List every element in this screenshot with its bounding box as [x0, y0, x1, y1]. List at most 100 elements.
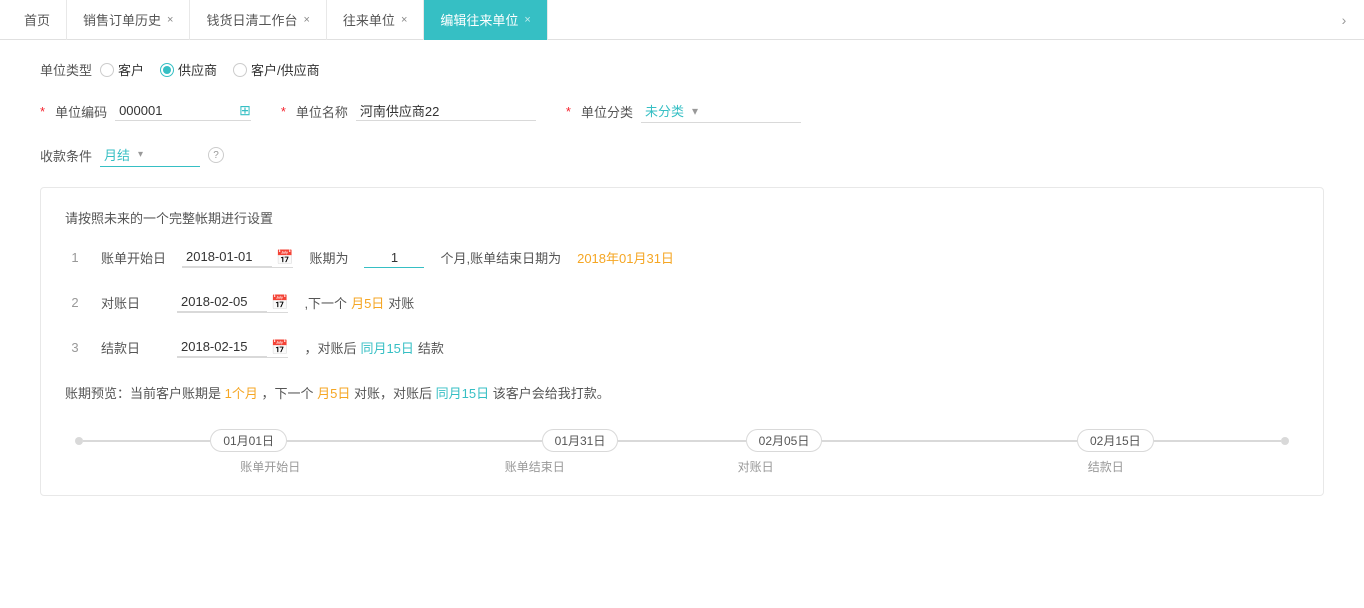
payment-date-input-wrapper: 📅: [177, 337, 288, 358]
timeline-bubble-2: 01月31日: [542, 429, 619, 452]
radio-customer[interactable]: 客户: [100, 60, 144, 79]
unit-name-input[interactable]: [356, 101, 536, 121]
timeline-point-1: 01月01日: [210, 429, 287, 452]
reconcile-date-input-wrapper: 📅: [177, 292, 288, 313]
tab-cashflow-label: 钱货日清工作台: [206, 10, 297, 29]
period-input[interactable]: [364, 248, 424, 268]
preview-mid1: ，下一个: [262, 386, 314, 401]
start-date-input[interactable]: [182, 247, 272, 267]
timeline-point-2: 01月31日: [542, 429, 619, 452]
unit-code-label: 单位编码: [55, 102, 107, 121]
payment-terms-row: 收款条件 月结 ▾ ?: [40, 143, 1324, 167]
tab-home[interactable]: 首页: [8, 0, 67, 40]
preview-reconcile: 月5日: [317, 386, 350, 401]
payment-terms-select[interactable]: 月结 ▾: [100, 143, 200, 167]
row1-desc2: 个月,账单结束日期为: [440, 248, 561, 267]
payment-terms-arrow: ▾: [138, 149, 143, 160]
row1-label: 账单开始日: [101, 248, 166, 267]
timeline-seg2: [287, 440, 542, 442]
timeline-label-1: 账单开始日: [240, 458, 300, 475]
timeline-dot-end: [1281, 437, 1289, 445]
radio-both-circle: [233, 63, 247, 77]
section-title: 请按照未来的一个完整帐期进行设置: [65, 208, 1299, 227]
tab-contacts[interactable]: 往来单位 ×: [327, 0, 424, 40]
unit-name-label: 单位名称: [296, 102, 348, 121]
tab-edit-contact[interactable]: 编辑往来单位 ×: [424, 0, 547, 40]
unit-category-arrow: ▾: [692, 104, 698, 118]
tab-cashflow[interactable]: 钱货日清工作台 ×: [190, 0, 326, 40]
reconcile-date-calendar-icon[interactable]: 📅: [271, 294, 288, 311]
timeline-label-3: 对账日: [738, 458, 774, 475]
radio-customer-label: 客户: [118, 60, 144, 79]
radio-supplier-label: 供应商: [178, 60, 217, 79]
unit-category-value: 未分类: [641, 99, 688, 122]
timeline-line-row: 01月01日 01月31日 02月05日 02月15日: [75, 429, 1289, 452]
start-date-calendar-icon[interactable]: 📅: [276, 249, 293, 266]
unit-code-input-wrapper: ⊞: [115, 101, 251, 121]
timeline-label-4: 结款日: [1088, 458, 1124, 475]
timeline-seg1: [83, 440, 210, 442]
radio-both-label: 客户/供应商: [251, 60, 320, 79]
unit-category-star: *: [566, 104, 571, 119]
unit-category-group: * 单位分类 未分类 ▾: [566, 99, 801, 123]
timeline-seg4: [822, 440, 1077, 442]
preview-suffix: 该客户会给我打款。: [493, 386, 610, 401]
tab-edit-contact-close[interactable]: ×: [524, 14, 530, 26]
radio-customer-circle: [100, 63, 114, 77]
unit-name-group: * 单位名称: [281, 101, 536, 121]
timeline-wrapper: 01月01日 01月31日 02月05日 02月15日: [65, 429, 1299, 452]
payment-terms-label: 收款条件: [40, 146, 92, 165]
timeline-seg3: [618, 440, 745, 442]
tabs-bar: 首页 销售订单历史 × 钱货日清工作台 × 往来单位 × 编辑往来单位 × ›: [0, 0, 1364, 40]
row3-label: 结款日: [101, 338, 161, 357]
timeline-label-2: 账单结束日: [505, 458, 565, 475]
timeline-point-4: 02月15日: [1077, 429, 1154, 452]
preview-text: 账期预览：当前客户账期是 1个月 ，下一个 月5日 对账，对账后 同月15日 该…: [65, 382, 1299, 405]
start-date-input-wrapper: 📅: [182, 247, 293, 268]
timeline-bubble-1: 01月01日: [210, 429, 287, 452]
payment-date-calendar-icon[interactable]: 📅: [271, 339, 288, 356]
preview-payment: 同月15日: [436, 386, 489, 401]
tab-home-label: 首页: [24, 10, 50, 29]
row3-highlight: 同月15日: [360, 338, 413, 357]
timeline-point-3: 02月05日: [746, 429, 823, 452]
unit-name-star: *: [281, 104, 286, 119]
tabs-more-arrow[interactable]: ›: [1332, 12, 1356, 28]
radio-supplier-circle: [160, 63, 174, 77]
payment-terms-value: 月结: [100, 143, 134, 166]
unit-type-label: 单位类型: [40, 60, 92, 79]
tab-sales-history-close[interactable]: ×: [167, 14, 173, 26]
payment-date-input[interactable]: [177, 337, 267, 357]
unit-code-group: * 单位编码 ⊞: [40, 101, 251, 121]
tab-contacts-close[interactable]: ×: [401, 14, 407, 26]
row3-num: 3: [65, 340, 85, 355]
reconcile-date-input[interactable]: [177, 292, 267, 312]
row2-label: 对账日: [101, 293, 161, 312]
timeline-dot-start: [75, 437, 83, 445]
radio-both[interactable]: 客户/供应商: [233, 60, 320, 79]
preview-mid2: 对账，对账后: [354, 386, 432, 401]
timeline-labels-row: 账单开始日 账单结束日 对账日 结款日: [65, 452, 1299, 475]
help-icon[interactable]: ?: [208, 147, 224, 163]
preview-period: 1个月: [225, 386, 258, 401]
preview-prefix: 账期预览：当前客户账期是: [65, 386, 221, 401]
unit-type-group: 单位类型 客户 供应商 客户/供应商: [40, 60, 320, 79]
unit-category-select[interactable]: 未分类 ▾: [641, 99, 801, 123]
row3-desc: ，对账后 同月15日 结款: [304, 338, 444, 357]
unit-code-star: *: [40, 104, 45, 119]
row1-end-date: 2018年01月31日: [577, 248, 674, 267]
row1-desc: 账期为: [309, 248, 348, 267]
tab-sales-history[interactable]: 销售订单历史 ×: [67, 0, 190, 40]
unit-category-label: 单位分类: [581, 102, 633, 121]
tab-cashflow-close[interactable]: ×: [303, 14, 309, 26]
payment-date-row: 3 结款日 📅 ，对账后 同月15日 结款: [65, 337, 1299, 358]
row1-num: 1: [65, 250, 85, 265]
unit-code-icon[interactable]: ⊞: [239, 102, 251, 119]
section-box: 请按照未来的一个完整帐期进行设置 1 账单开始日 📅 账期为 个月,账单结束日期…: [40, 187, 1324, 496]
radio-supplier[interactable]: 供应商: [160, 60, 217, 79]
timeline-bubble-3: 02月05日: [746, 429, 823, 452]
timeline-bubble-4: 02月15日: [1077, 429, 1154, 452]
row2-num: 2: [65, 295, 85, 310]
unit-code-input[interactable]: [115, 101, 235, 120]
radio-group: 客户 供应商 客户/供应商: [100, 60, 320, 79]
